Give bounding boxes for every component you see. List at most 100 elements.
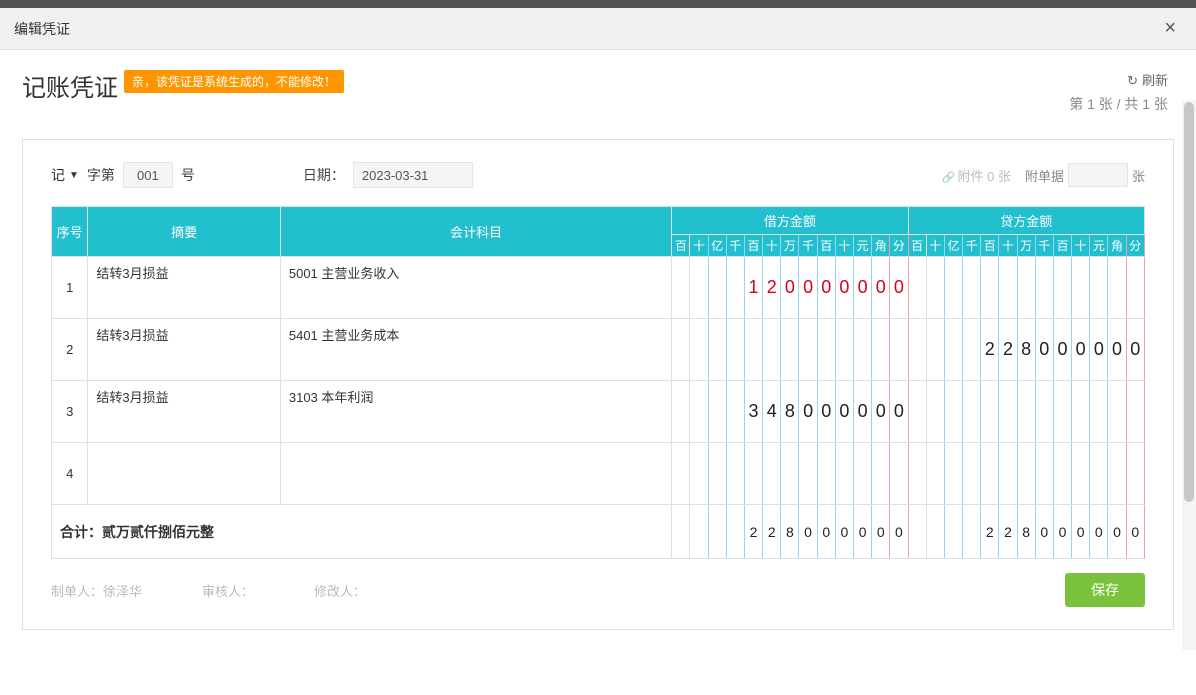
row-summary[interactable]: 结转3月损益 bbox=[88, 257, 281, 319]
digit-cell bbox=[926, 505, 944, 559]
info-right: 附件 0 张 附单据 张 bbox=[942, 163, 1145, 187]
digit-cell bbox=[1126, 381, 1144, 443]
date-input[interactable]: 2023-03-31 bbox=[353, 162, 473, 188]
digit-cell bbox=[908, 257, 926, 319]
save-button[interactable]: 保存 bbox=[1065, 573, 1145, 607]
editor: 修改人： bbox=[314, 581, 366, 600]
total-label: 合计：贰万贰仟捌佰元整 bbox=[52, 505, 672, 559]
th-summary: 摘要 bbox=[88, 207, 281, 257]
digit-cell bbox=[1072, 257, 1090, 319]
th-digit: 角 bbox=[872, 235, 890, 257]
row-account[interactable]: 5001 主营业务收入 bbox=[280, 257, 671, 319]
scrollbar[interactable] bbox=[1182, 100, 1196, 650]
th-digit: 百 bbox=[817, 235, 835, 257]
digit-cell bbox=[1017, 381, 1035, 443]
digit-cell: 2 bbox=[744, 505, 762, 559]
date-label: 日期： bbox=[303, 165, 345, 185]
digit-cell bbox=[1035, 257, 1053, 319]
digit-cell bbox=[672, 443, 690, 505]
th-digit: 百 bbox=[908, 235, 926, 257]
digit-cell: 4 bbox=[763, 381, 781, 443]
digit-cell bbox=[690, 443, 708, 505]
voucher-number-input[interactable]: 001 bbox=[123, 162, 173, 188]
digit-cell bbox=[690, 381, 708, 443]
digit-cell bbox=[1090, 443, 1108, 505]
th-digit: 亿 bbox=[944, 235, 962, 257]
auditor: 审核人： bbox=[202, 581, 254, 600]
digit-cell bbox=[963, 505, 981, 559]
digit-cell bbox=[1017, 443, 1035, 505]
digit-cell bbox=[854, 443, 872, 505]
digit-cell bbox=[1108, 443, 1126, 505]
digit-cell bbox=[672, 319, 690, 381]
close-icon[interactable]: × bbox=[1158, 13, 1182, 44]
row-index: 1 bbox=[52, 257, 88, 319]
digit-cell bbox=[890, 319, 908, 381]
digit-cell: 8 bbox=[781, 381, 799, 443]
row-summary[interactable]: 结转3月损益 bbox=[88, 319, 281, 381]
table-row[interactable]: 2结转3月损益5401 主营业务成本228000000 bbox=[52, 319, 1145, 381]
digit-cell bbox=[1053, 443, 1071, 505]
digit-cell bbox=[708, 381, 726, 443]
th-credit: 贷方金额 bbox=[908, 207, 1144, 235]
digit-cell bbox=[726, 257, 744, 319]
digit-cell: 0 bbox=[835, 257, 853, 319]
th-digit: 十 bbox=[999, 235, 1017, 257]
digit-cell bbox=[763, 319, 781, 381]
digit-cell: 0 bbox=[1090, 505, 1108, 559]
digit-cell: 0 bbox=[1126, 505, 1144, 559]
modal-header: 编辑凭证 × bbox=[0, 8, 1196, 50]
digit-cell bbox=[672, 257, 690, 319]
digit-cell bbox=[708, 505, 726, 559]
digit-cell bbox=[781, 319, 799, 381]
digit-cell: 0 bbox=[1072, 505, 1090, 559]
digit-cell bbox=[1126, 257, 1144, 319]
refresh-button[interactable]: 刷新 bbox=[1127, 70, 1168, 89]
table-row[interactable]: 3结转3月损益3103 本年利润348000000 bbox=[52, 381, 1145, 443]
zidi-label: 字第 bbox=[87, 165, 115, 185]
table-row[interactable]: 4 bbox=[52, 443, 1145, 505]
digit-cell: 0 bbox=[817, 505, 835, 559]
digit-cell bbox=[835, 319, 853, 381]
digit-cell: 0 bbox=[854, 257, 872, 319]
digit-cell: 0 bbox=[890, 257, 908, 319]
voucher-table: 序号 摘要 会计科目 借方金额 贷方金额 百十亿千百十万千百十元角分百十亿千百十… bbox=[51, 206, 1145, 559]
modal-title: 编辑凭证 bbox=[14, 19, 1158, 39]
digit-cell bbox=[999, 257, 1017, 319]
row-summary[interactable] bbox=[88, 443, 281, 505]
sheet-footer: 制单人：徐泽华 审核人： 修改人： 保存 bbox=[51, 573, 1145, 607]
digit-cell: 0 bbox=[799, 381, 817, 443]
th-digit: 十 bbox=[1072, 235, 1090, 257]
digit-cell bbox=[1072, 443, 1090, 505]
digit-cell: 0 bbox=[872, 257, 890, 319]
total-row: 合计：贰万贰仟捌佰元整228000000228000000 bbox=[52, 505, 1145, 559]
digit-cell bbox=[1090, 381, 1108, 443]
digit-cell bbox=[854, 319, 872, 381]
table-row[interactable]: 1结转3月损益5001 主营业务收入120000000 bbox=[52, 257, 1145, 319]
digit-cell bbox=[1108, 257, 1126, 319]
digit-cell: 0 bbox=[872, 505, 890, 559]
row-account[interactable]: 3103 本年利润 bbox=[280, 381, 671, 443]
digit-cell: 0 bbox=[1035, 505, 1053, 559]
digit-cell bbox=[726, 443, 744, 505]
row-summary[interactable]: 结转3月损益 bbox=[88, 381, 281, 443]
digit-cell bbox=[744, 443, 762, 505]
th-digit: 分 bbox=[1126, 235, 1144, 257]
fudan-input[interactable] bbox=[1068, 163, 1128, 187]
digit-cell bbox=[1035, 381, 1053, 443]
digit-cell bbox=[926, 257, 944, 319]
digit-cell bbox=[799, 319, 817, 381]
digit-cell: 0 bbox=[799, 505, 817, 559]
digit-cell: 8 bbox=[1017, 505, 1035, 559]
digit-cell: 0 bbox=[817, 257, 835, 319]
th-digit: 十 bbox=[835, 235, 853, 257]
th-digit: 十 bbox=[690, 235, 708, 257]
row-account[interactable]: 5401 主营业务成本 bbox=[280, 319, 671, 381]
digit-cell: 0 bbox=[1035, 319, 1053, 381]
digit-cell bbox=[944, 319, 962, 381]
scrollbar-thumb[interactable] bbox=[1184, 102, 1194, 502]
digit-cell bbox=[908, 443, 926, 505]
row-account[interactable] bbox=[280, 443, 671, 505]
attachment-link[interactable]: 附件 0 张 bbox=[942, 166, 1011, 185]
voucher-type-select[interactable]: 记▼ bbox=[51, 165, 79, 185]
